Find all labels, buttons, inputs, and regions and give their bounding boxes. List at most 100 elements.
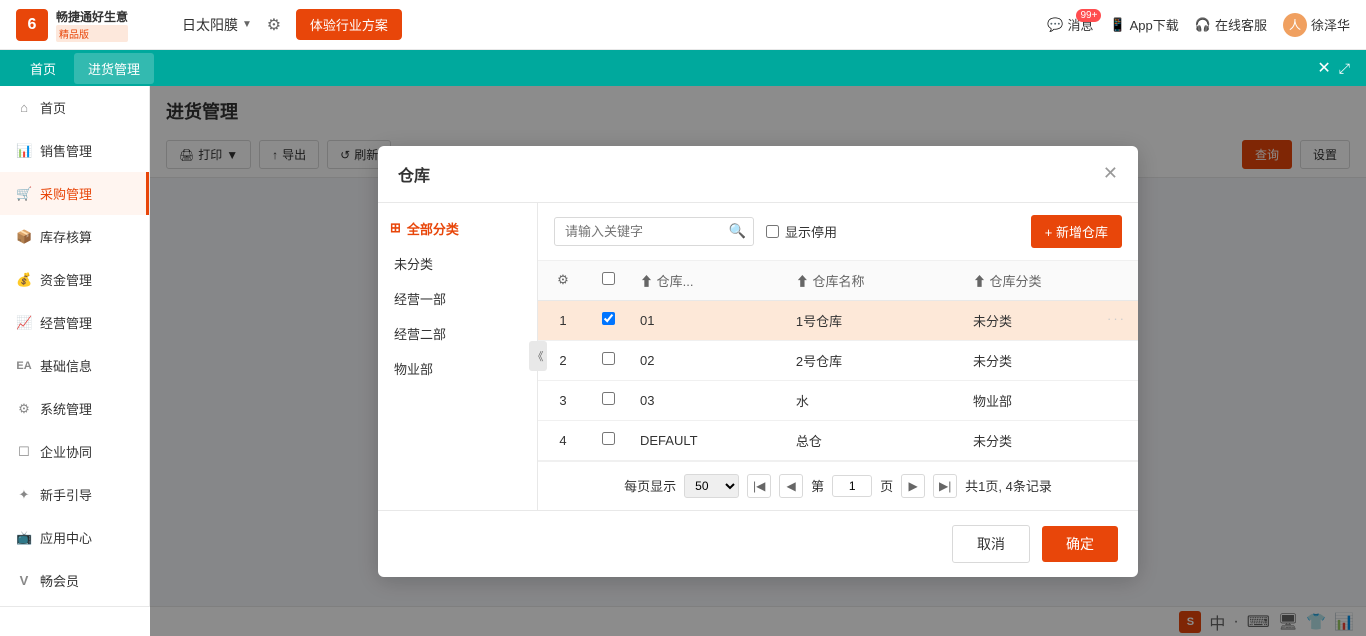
table-row[interactable]: 4 DEFAULT 总仓 未分类 [538, 420, 1138, 460]
sidebar-item-newbie[interactable]: ✦ 新手引导 [0, 473, 149, 516]
sidebar-item-sales[interactable]: 📊 销售管理 [0, 129, 149, 172]
message-nav-item[interactable]: 💬 消息 99+ [1047, 15, 1093, 34]
modal-category-property[interactable]: 物业部 [378, 351, 537, 386]
table-header: ⚙ ⬆ 仓库... ⬆ 仓库名称 [538, 261, 1138, 301]
last-page-button[interactable]: ▶| [933, 474, 957, 498]
sidebar-item-label: 资金管理 [40, 270, 92, 289]
cancel-button[interactable]: 取消 [952, 525, 1030, 563]
sidebar-item-vip[interactable]: V 畅会员 [0, 559, 149, 602]
tab-purchase[interactable]: 进货管理 [74, 53, 154, 84]
appcenter-icon: 📺 [16, 530, 32, 546]
sidebar-item-label: 首页 [40, 98, 66, 117]
finance-icon: 💰 [16, 272, 32, 288]
sidebar-item-purchase[interactable]: 🛒 采购管理 [0, 172, 149, 215]
row-checkbox[interactable] [602, 432, 615, 445]
row-more-icon[interactable]: ··· [1107, 311, 1126, 326]
main-content: 进货管理 🖨 打印 ▼ ↑ 导出 ↺ 刷新 查询 设置 [150, 86, 1366, 636]
table-row[interactable]: 3 03 水 物业部 [538, 380, 1138, 420]
col-category-header: ⬆ 仓库分类 [961, 261, 1138, 301]
show-disabled-checkbox[interactable] [766, 225, 779, 238]
sidebar-item-label: 应用中心 [40, 528, 92, 547]
row-name-cell: 总仓 [784, 420, 961, 460]
sidebar: ⌂ 首页 📊 销售管理 🛒 采购管理 📦 库存核算 💰 资金管理 📈 经营管理 … [0, 86, 150, 636]
page-input[interactable] [832, 475, 872, 497]
col-name-header: ⬆ 仓库名称 [784, 261, 961, 301]
purchase-icon: 🛒 [16, 186, 32, 202]
logo-area: 6 畅捷通好生意 精品版 [16, 8, 166, 42]
app-download-item[interactable]: 📱 App下载 [1109, 15, 1178, 34]
sidebar-item-label: 新手引导 [40, 485, 92, 504]
row-checkbox[interactable] [602, 312, 615, 325]
home-icon: ⌂ [16, 100, 32, 115]
row-check-cell [588, 340, 628, 380]
store-selector[interactable]: 日太阳膜 ▼ [182, 15, 252, 35]
sidebar-collapse-button[interactable]: 《 [529, 341, 547, 371]
message-badge: 99+ [1076, 9, 1101, 22]
search-input[interactable] [554, 217, 754, 246]
search-icon[interactable]: 🔍 [729, 223, 746, 240]
grid-icon: ⊞ [390, 220, 401, 236]
row-code-cell: 02 [628, 340, 784, 380]
row-code-cell: DEFAULT [628, 420, 784, 460]
page-unit: 页 [880, 476, 893, 495]
logo-badge: 精品版 [56, 25, 128, 42]
user-item[interactable]: 人 徐泽华 [1283, 13, 1350, 37]
sidebar-item-collab[interactable]: ☐ 企业协同 [0, 430, 149, 473]
tab-home[interactable]: 首页 [16, 53, 70, 84]
row-num-cell: 3 [538, 380, 588, 420]
modal-category-dept1[interactable]: 经营一部 [378, 281, 537, 316]
next-page-button[interactable]: ▶ [901, 474, 925, 498]
username-label: 徐泽华 [1311, 15, 1350, 34]
modal-header: 仓库 ✕ [378, 146, 1138, 203]
total-label: 共1页, 4条记录 [965, 476, 1052, 495]
nav-middle: 日太阳膜 ▼ ⚙ 体验行业方案 [166, 9, 1047, 40]
modal-body: ⊞ 全部分类 未分类 经营一部 经营二部 物业部 《 [378, 203, 1138, 510]
phone-icon: 📱 [1109, 17, 1125, 33]
sidebar-item-finance[interactable]: 💰 资金管理 [0, 258, 149, 301]
modal-category-header: ⊞ 全部分类 [378, 211, 537, 246]
sidebar-item-ops[interactable]: 📈 经营管理 [0, 301, 149, 344]
select-all-checkbox[interactable] [602, 272, 615, 285]
row-checkbox[interactable] [602, 392, 615, 405]
sidebar-item-system[interactable]: ⚙ 系统管理 [0, 387, 149, 430]
service-item[interactable]: 🎧 在线客服 [1195, 15, 1267, 34]
first-page-button[interactable]: |◀ [747, 474, 771, 498]
page-size-select[interactable]: 50 100 [684, 474, 739, 498]
sub-nav: 首页 进货管理 ✕ ⤢ [0, 50, 1366, 86]
table-row[interactable]: 1 01 1号仓库 未分类··· [538, 300, 1138, 340]
sidebar-item-label: 销售管理 [40, 141, 92, 160]
confirm-button[interactable]: 确定 [1042, 526, 1118, 562]
vip-icon: V [16, 573, 32, 588]
row-category-cell: 未分类 [961, 340, 1138, 380]
sidebar-item-stock[interactable]: 📦 库存核算 [0, 215, 149, 258]
modal-category-dept2[interactable]: 经营二部 [378, 316, 537, 351]
page-label: 第 [811, 476, 824, 495]
expand-icon[interactable]: ⤢ [1339, 60, 1350, 77]
warehouse-modal: 仓库 ✕ ⊞ 全部分类 未分类 经营一部 经营二部 物业部 [378, 146, 1138, 577]
row-checkbox[interactable] [602, 352, 615, 365]
row-code-cell: 01 [628, 300, 784, 340]
settings-icon[interactable]: ⚙ [260, 11, 288, 39]
headset-icon: 🎧 [1195, 17, 1211, 33]
table-row[interactable]: 2 02 2号仓库 未分类 [538, 340, 1138, 380]
trial-button[interactable]: 体验行业方案 [296, 9, 402, 40]
row-name-cell: 1号仓库 [784, 300, 961, 340]
modal-category-unclassified[interactable]: 未分类 [378, 246, 537, 281]
prev-page-button[interactable]: ◀ [779, 474, 803, 498]
row-category-cell: 未分类··· [961, 300, 1138, 340]
close-tab-icon[interactable]: ✕ [1317, 58, 1330, 78]
logo-icon: 6 [16, 9, 48, 41]
layout: ⌂ 首页 📊 销售管理 🛒 采购管理 📦 库存核算 💰 资金管理 📈 经营管理 … [0, 86, 1366, 636]
add-warehouse-button[interactable]: + 新增仓库 [1031, 215, 1122, 248]
sidebar-item-basicinfo[interactable]: EA 基础信息 [0, 344, 149, 387]
row-name-cell: 水 [784, 380, 961, 420]
basicinfo-icon: EA [16, 360, 32, 372]
collab-icon: ☐ [16, 444, 32, 460]
row-category-cell: 物业部 [961, 380, 1138, 420]
sidebar-item-appcenter[interactable]: 📺 应用中心 [0, 516, 149, 559]
row-name-cell: 2号仓库 [784, 340, 961, 380]
stock-icon: 📦 [16, 229, 32, 245]
modal-close-button[interactable]: ✕ [1103, 163, 1118, 184]
sidebar-item-home[interactable]: ⌂ 首页 [0, 86, 149, 129]
row-num-cell: 4 [538, 420, 588, 460]
